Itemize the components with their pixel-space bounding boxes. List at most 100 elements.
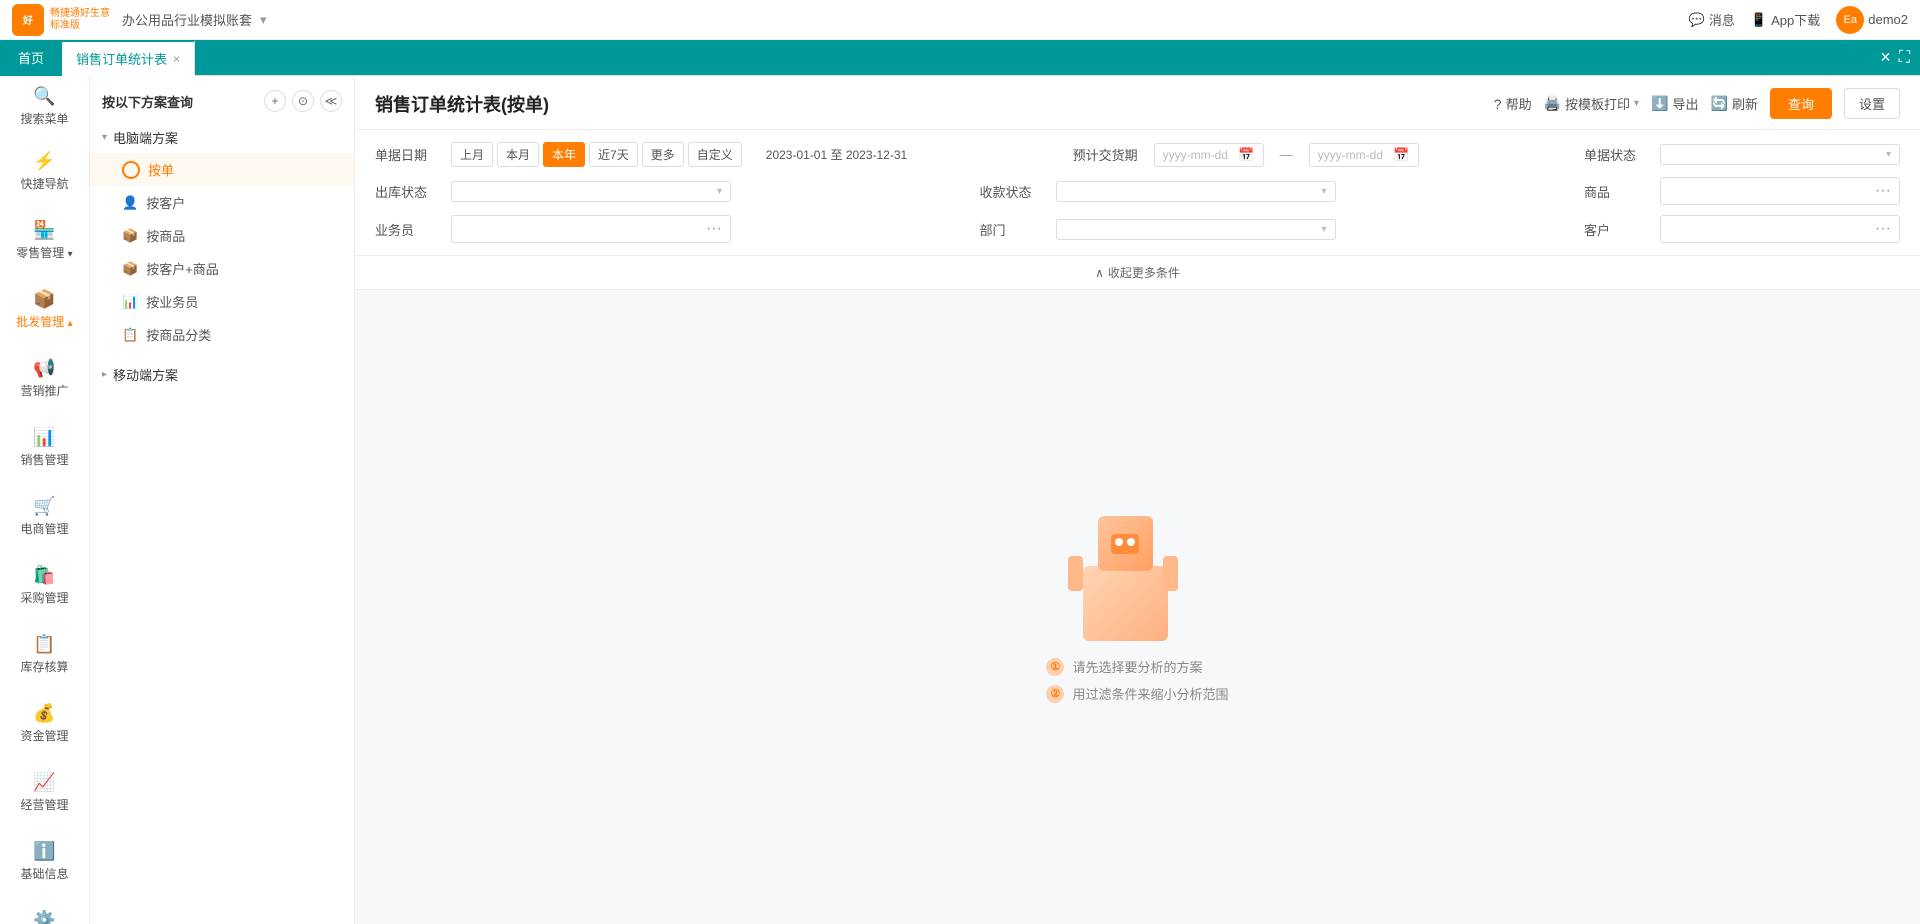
help-btn[interactable]: ? 帮助: [1494, 94, 1532, 113]
sidebar-item-wholesale[interactable]: 📦 批发管理 ▴: [0, 275, 89, 344]
left-panel: 按以下方案查询 + ⊙ ≪ ▾ 电脑端方案 按单 👤: [90, 76, 355, 924]
salesperson-select[interactable]: ···: [451, 215, 731, 243]
out-status-select[interactable]: ▾: [451, 181, 731, 202]
scheme-item-by-product[interactable]: 📦 按商品: [90, 219, 354, 252]
mobile-group-label: 移动端方案: [113, 365, 178, 384]
message-label: 消息: [1709, 10, 1735, 29]
salesperson-more-icon[interactable]: ···: [706, 220, 722, 238]
date-btn-last-month[interactable]: 上月: [451, 142, 493, 167]
empty-hint-1: ① 请先选择要分析的方案: [1046, 657, 1228, 676]
tab-order-stat[interactable]: 销售订单统计表 ×: [62, 40, 195, 76]
tab-close-window-icon[interactable]: ×: [1880, 47, 1891, 68]
date-btn-more[interactable]: 更多: [642, 142, 684, 167]
doc-status-select[interactable]: ▾: [1660, 144, 1900, 165]
export-btn[interactable]: ⬇️ 导出: [1651, 94, 1698, 113]
user-area[interactable]: Ea demo2: [1836, 6, 1908, 34]
tab-expand-icon[interactable]: ⛶: [1899, 49, 1910, 67]
department-arrow: ▾: [1321, 224, 1326, 235]
message-btn[interactable]: 💬 消息: [1689, 10, 1735, 29]
sidebar-item-sales[interactable]: 📊 销售管理: [0, 413, 89, 482]
help-icon: ?: [1494, 96, 1502, 112]
export-icon: ⬇️: [1651, 95, 1668, 112]
main-layout: 🔍 搜索菜单 ⚡ 快捷导航 🏪 零售管理 ▾ 📦 批发管理 ▴ 📢 营销推广 📊…: [0, 76, 1920, 924]
date-btn-this-month[interactable]: 本月: [497, 142, 539, 167]
date-btn-group: 上月 本月 本年 近7天 更多 自定义: [451, 142, 742, 167]
sidebar-item-basic[interactable]: ℹ️ 基础信息: [0, 827, 89, 896]
refresh-btn[interactable]: 🔄 刷新: [1711, 94, 1758, 113]
predicted-date-end-placeholder: yyyy-mm-dd: [1318, 148, 1383, 162]
scheme-item-by-salesperson[interactable]: 📊 按业务员: [90, 285, 354, 318]
robot-arm-right: [1163, 556, 1178, 591]
scheme-group-pc-title[interactable]: ▾ 电脑端方案: [90, 122, 354, 153]
user-name: demo2: [1868, 12, 1908, 27]
date-label: 单据日期: [375, 145, 435, 164]
robot-arm-left: [1068, 556, 1083, 591]
purchase-icon: 🛍️: [0, 565, 89, 586]
scheme-item-by-category[interactable]: 📋 按商品分类: [90, 318, 354, 351]
wholesale-icon: 📦: [0, 289, 89, 310]
sidebar-item-ecommerce[interactable]: 🛒 电商管理: [0, 482, 89, 551]
pc-group-label: 电脑端方案: [113, 128, 178, 147]
sidebar-marketing-label: 营销推广: [20, 384, 68, 398]
sidebar-item-finance[interactable]: 💰 资金管理: [0, 689, 89, 758]
sidebar-item-system[interactable]: ⚙️ 系统管理: [0, 896, 89, 924]
tab-close-icon[interactable]: ×: [173, 52, 180, 66]
scheme-item-by-order[interactable]: 按单: [90, 153, 354, 186]
empty-hint-2: ② 用过滤条件来缩小分析范围: [1046, 684, 1228, 703]
top-center[interactable]: 办公用品行业模拟账套 ▾: [122, 10, 1677, 29]
sidebar-sales-label: 销售管理: [20, 453, 68, 467]
date-btn-custom[interactable]: 自定义: [688, 142, 742, 167]
scheme-item-by-customer[interactable]: 👤 按客户: [90, 186, 354, 219]
date-btn-last-7-days[interactable]: 近7天: [589, 142, 638, 167]
collapse-panel-btn[interactable]: ≪: [320, 90, 342, 112]
tab-home[interactable]: 首页: [0, 40, 62, 76]
payment-status-select[interactable]: ▾: [1056, 181, 1336, 202]
scheme-by-customer-product-label: 按客户+商品: [146, 259, 219, 278]
query-btn[interactable]: 查询: [1770, 88, 1832, 119]
collapse-bar[interactable]: ∧ 收起更多条件: [355, 256, 1920, 290]
department-select[interactable]: ▾: [1056, 219, 1336, 240]
sidebar-item-search[interactable]: 🔍 搜索菜单: [0, 76, 89, 137]
robot-face: [1111, 534, 1139, 554]
edit-scheme-btn[interactable]: ⊙: [292, 90, 314, 112]
product-more-icon[interactable]: ···: [1875, 182, 1891, 200]
add-scheme-btn[interactable]: +: [264, 90, 286, 112]
tab-bar: 首页 销售订单统计表 × × ⛶: [0, 40, 1920, 76]
department-label: 部门: [980, 220, 1040, 239]
predicted-date-end[interactable]: yyyy-mm-dd 📅: [1309, 143, 1419, 167]
date-btn-this-year[interactable]: 本年: [543, 142, 585, 167]
scheme-item-by-customer-product[interactable]: 📦 按客户+商品: [90, 252, 354, 285]
product-select[interactable]: ···: [1660, 177, 1900, 205]
sidebar-finance-label: 资金管理: [20, 729, 68, 743]
sidebar-item-purchase[interactable]: 🛍️ 采购管理: [0, 551, 89, 620]
template-print-btn[interactable]: 🖨️ 按模板打印 ▾: [1544, 94, 1639, 113]
print-icon: 🖨️: [1544, 95, 1561, 112]
scheme-group-mobile-title[interactable]: ▸ 移动端方案: [90, 359, 354, 390]
settings-btn[interactable]: 设置: [1844, 88, 1900, 119]
system-icon: ⚙️: [0, 910, 89, 924]
filter-area: 单据日期 上月 本月 本年 近7天 更多 自定义 2023-01-01 至 20…: [355, 130, 1920, 256]
sidebar-wholesale-label: 批发管理: [16, 315, 64, 329]
predicted-date-start[interactable]: yyyy-mm-dd 📅: [1154, 143, 1264, 167]
scheme-by-order-label: 按单: [148, 160, 174, 179]
calendar-start-icon: 📅: [1238, 147, 1254, 163]
sidebar-item-marketing[interactable]: 📢 营销推广: [0, 344, 89, 413]
customer-select[interactable]: ···: [1660, 215, 1900, 243]
customer-more-icon[interactable]: ···: [1875, 220, 1891, 238]
company-arrow[interactable]: ▾: [260, 12, 267, 28]
left-panel-title: 按以下方案查询: [102, 92, 193, 111]
right-panel: 销售订单统计表(按单) ? 帮助 🖨️ 按模板打印 ▾ ⬇️ 导出: [355, 76, 1920, 924]
top-bar: 好 畅捷通好生意 标准版 办公用品行业模拟账套 ▾ 💬 消息 📱 App下载 E…: [0, 0, 1920, 40]
sidebar-operations-label: 经营管理: [20, 798, 68, 812]
by-product-icon: 📦: [122, 228, 138, 244]
ecommerce-icon: 🛒: [0, 496, 89, 517]
sidebar-item-quick-nav[interactable]: ⚡ 快捷导航: [0, 137, 89, 206]
app-download-btn[interactable]: 📱 App下载: [1751, 10, 1820, 29]
sidebar-item-operations[interactable]: 📈 经营管理: [0, 758, 89, 827]
sidebar-item-inventory[interactable]: 📋 库存核算: [0, 620, 89, 689]
sidebar: 🔍 搜索菜单 ⚡ 快捷导航 🏪 零售管理 ▾ 📦 批发管理 ▴ 📢 营销推广 📊…: [0, 76, 90, 924]
sidebar-item-retail[interactable]: 🏪 零售管理 ▾: [0, 206, 89, 275]
tab-home-label: 首页: [18, 48, 44, 67]
retail-icon: 🏪: [0, 220, 89, 241]
collapse-label: 收起更多条件: [1108, 264, 1180, 281]
